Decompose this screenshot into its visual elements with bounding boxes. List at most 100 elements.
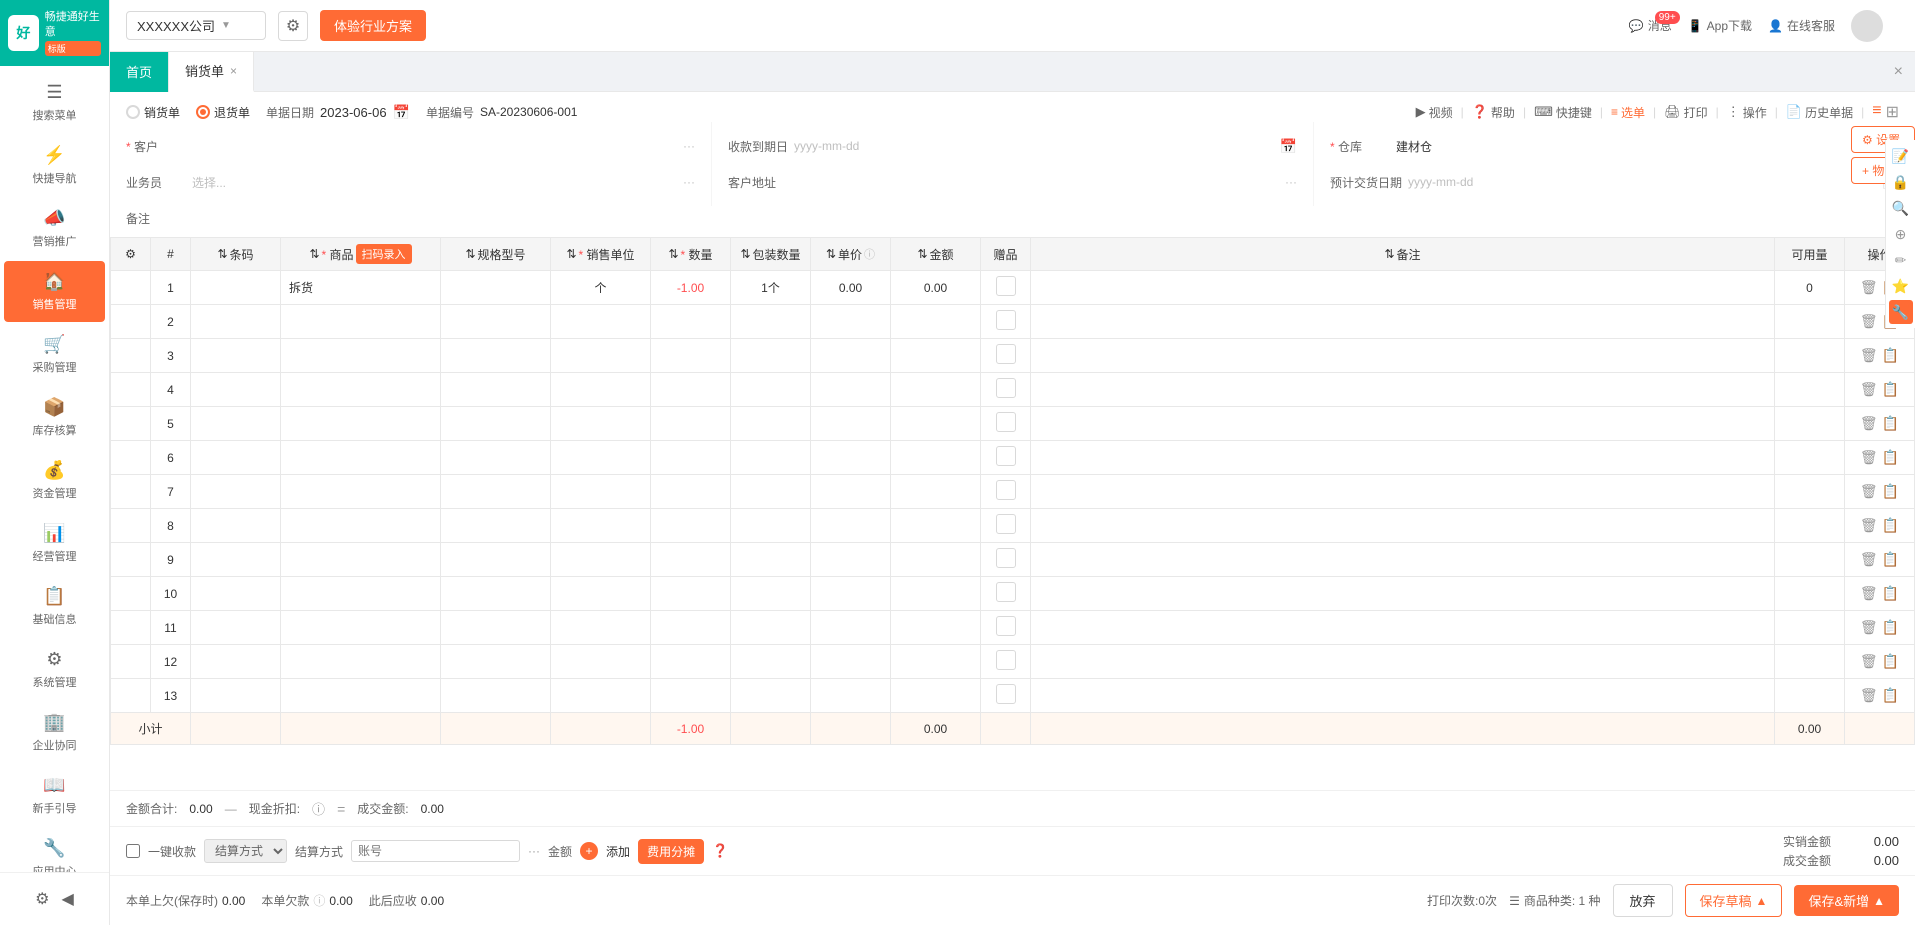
cell-product-3[interactable]: [281, 373, 441, 407]
cell-product-4[interactable]: [281, 407, 441, 441]
cell-pkgqty-2[interactable]: [731, 339, 811, 373]
sidebar-item-enterprise[interactable]: 🏢 企业协同: [4, 702, 105, 763]
cell-settings-7[interactable]: [111, 509, 151, 543]
copy-icon-10[interactable]: 📋: [1882, 619, 1899, 636]
cell-pkgqty-9[interactable]: [731, 577, 811, 611]
cell-pkgqty-3[interactable]: [731, 373, 811, 407]
cell-amount-11[interactable]: [891, 645, 981, 679]
cell-barcode-4[interactable]: [191, 407, 281, 441]
cell-qty-3[interactable]: [651, 373, 731, 407]
cell-gift-11[interactable]: [981, 645, 1031, 679]
copy-icon-9[interactable]: 📋: [1882, 585, 1899, 602]
delete-icon-1[interactable]: 🗑: [1860, 313, 1878, 330]
cell-remark-2[interactable]: [1031, 339, 1775, 373]
gift-checkbox-8[interactable]: [996, 548, 1016, 568]
copy-icon-4[interactable]: 📋: [1882, 415, 1899, 432]
cell-remark-7[interactable]: [1031, 509, 1775, 543]
gift-checkbox-0[interactable]: [996, 276, 1016, 296]
cell-pkgqty-6[interactable]: [731, 475, 811, 509]
gift-checkbox-4[interactable]: [996, 412, 1016, 432]
gift-checkbox-11[interactable]: [996, 650, 1016, 670]
cell-gift-10[interactable]: [981, 611, 1031, 645]
right-panel-add[interactable]: ⊕: [1889, 222, 1913, 246]
cell-settings-3[interactable]: [111, 373, 151, 407]
sidebar-item-system[interactable]: ⚙ 系统管理: [4, 639, 105, 700]
due-date-calendar-icon[interactable]: 📅: [1280, 138, 1297, 155]
cell-qty-1[interactable]: [651, 305, 731, 339]
cell-price-12[interactable]: [811, 679, 891, 713]
abandon-button[interactable]: 放弃: [1613, 884, 1673, 917]
total-owe-help-icon[interactable]: ⓘ: [313, 892, 325, 909]
cell-unit-10[interactable]: [551, 611, 651, 645]
cell-price-2[interactable]: [811, 339, 891, 373]
cell-gift-8[interactable]: [981, 543, 1031, 577]
cell-remark-6[interactable]: [1031, 475, 1775, 509]
view-list-icon[interactable]: ≡: [1872, 102, 1881, 122]
cell-product-6[interactable]: [281, 475, 441, 509]
tab-sales-order[interactable]: 销货单 ×: [169, 52, 254, 92]
cell-unit-6[interactable]: [551, 475, 651, 509]
action-video[interactable]: ▶ 视频: [1416, 104, 1453, 121]
cell-unit-0[interactable]: 个: [551, 271, 651, 305]
cell-product-12[interactable]: [281, 679, 441, 713]
cell-price-6[interactable]: [811, 475, 891, 509]
cell-barcode-5[interactable]: [191, 441, 281, 475]
cell-qty-0[interactable]: -1.00: [651, 271, 731, 305]
save-draft-button[interactable]: 保存草稿 ▲: [1685, 884, 1783, 917]
delete-icon-12[interactable]: 🗑: [1860, 687, 1878, 704]
cell-settings-2[interactable]: [111, 339, 151, 373]
cell-spec-1[interactable]: [441, 305, 551, 339]
one-click-payment-checkbox[interactable]: [126, 844, 140, 858]
gift-checkbox-6[interactable]: [996, 480, 1016, 500]
gift-checkbox-2[interactable]: [996, 344, 1016, 364]
cell-price-9[interactable]: [811, 577, 891, 611]
right-panel-search[interactable]: 🔍: [1889, 196, 1913, 220]
gift-checkbox-12[interactable]: [996, 684, 1016, 704]
cell-amount-6[interactable]: [891, 475, 981, 509]
cell-qty-8[interactable]: [651, 543, 731, 577]
gift-checkbox-9[interactable]: [996, 582, 1016, 602]
date-calendar-icon[interactable]: 📅: [393, 104, 410, 121]
discount-help-icon[interactable]: ⓘ: [312, 799, 325, 818]
due-date-value[interactable]: yyyy-mm-dd: [794, 139, 1274, 153]
cell-unit-9[interactable]: [551, 577, 651, 611]
cell-pkgqty-1[interactable]: [731, 305, 811, 339]
expense-help-icon[interactable]: ❓: [712, 843, 728, 859]
cell-barcode-12[interactable]: [191, 679, 281, 713]
delete-icon-6[interactable]: 🗑: [1860, 483, 1878, 500]
cell-barcode-3[interactable]: [191, 373, 281, 407]
copy-icon-11[interactable]: 📋: [1882, 653, 1899, 670]
action-help[interactable]: ❓ 帮助: [1472, 104, 1515, 121]
cell-settings-12[interactable]: [111, 679, 151, 713]
view-grid-icon[interactable]: ⊞: [1886, 102, 1899, 122]
cell-gift-9[interactable]: [981, 577, 1031, 611]
cell-pkgqty-5[interactable]: [731, 441, 811, 475]
cell-product-9[interactable]: [281, 577, 441, 611]
trial-button[interactable]: 体验行业方案: [320, 10, 426, 41]
gift-checkbox-3[interactable]: [996, 378, 1016, 398]
tab-home[interactable]: 首页: [110, 52, 169, 92]
message-btn[interactable]: 💬 消息 99+: [1629, 17, 1672, 34]
cell-amount-12[interactable]: [891, 679, 981, 713]
cell-price-1[interactable]: [811, 305, 891, 339]
cell-pkgqty-0[interactable]: 1个: [731, 271, 811, 305]
company-selector[interactable]: XXXXXX公司 ▼: [126, 11, 266, 40]
sidebar-item-search[interactable]: ☰ 搜索菜单: [4, 72, 105, 133]
cell-unit-7[interactable]: [551, 509, 651, 543]
cell-barcode-6[interactable]: [191, 475, 281, 509]
cell-qty-7[interactable]: [651, 509, 731, 543]
sidebar-item-sales[interactable]: 🏠 销售管理: [4, 261, 105, 322]
account-input[interactable]: [351, 840, 520, 862]
scan-button[interactable]: 扫码录入: [356, 244, 412, 264]
cell-spec-6[interactable]: [441, 475, 551, 509]
right-panel-edit[interactable]: 📝: [1889, 144, 1913, 168]
gift-checkbox-7[interactable]: [996, 514, 1016, 534]
cell-amount-5[interactable]: [891, 441, 981, 475]
action-shortcut[interactable]: ⌨ 快捷键: [1534, 104, 1592, 121]
cell-settings-8[interactable]: [111, 543, 151, 577]
action-print[interactable]: 🖨 打印: [1664, 104, 1708, 121]
cell-gift-6[interactable]: [981, 475, 1031, 509]
delete-icon-5[interactable]: 🗑: [1860, 449, 1878, 466]
cell-spec-7[interactable]: [441, 509, 551, 543]
customer-addr-dots[interactable]: ···: [1285, 175, 1297, 189]
